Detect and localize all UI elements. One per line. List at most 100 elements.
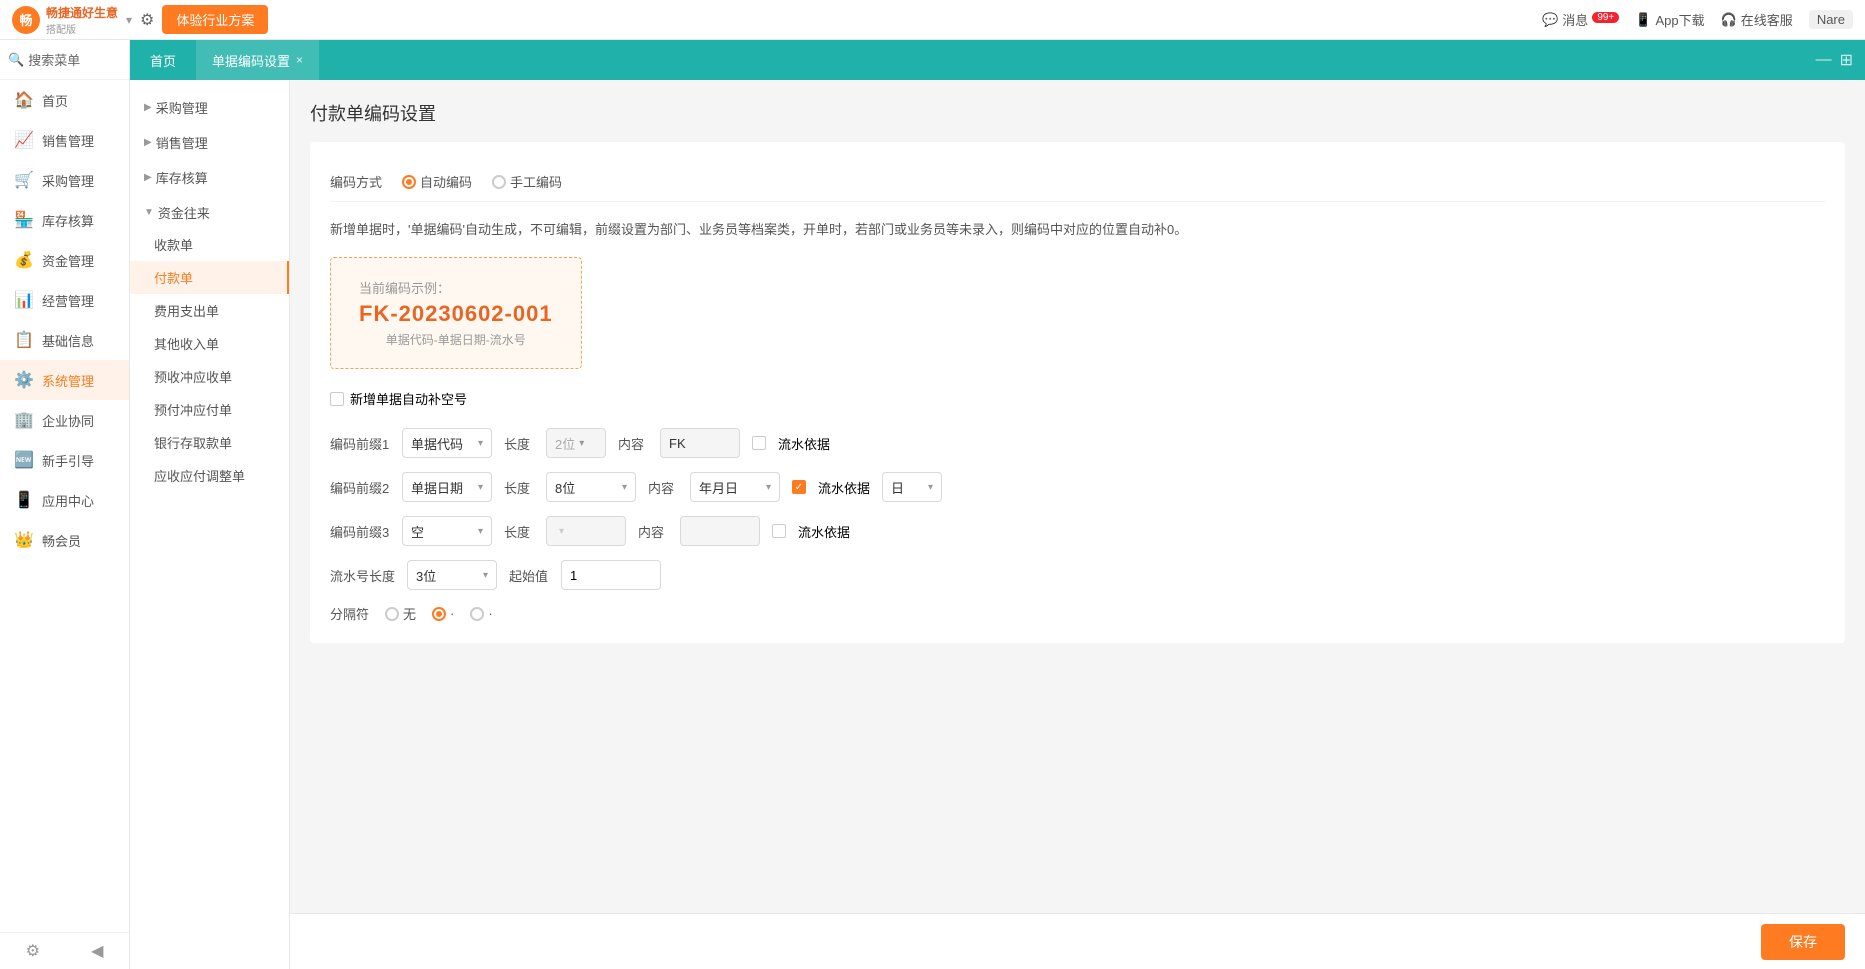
brand-chevron-icon[interactable]: ▾ bbox=[126, 13, 132, 27]
serial-length-arrow: ▾ bbox=[483, 570, 488, 581]
prefix3-select[interactable]: 空 ▾ bbox=[402, 516, 492, 546]
prefix2-select[interactable]: 单据日期 ▾ bbox=[402, 472, 492, 502]
try-btn[interactable]: 体验行业方案 bbox=[162, 5, 268, 34]
auto-fill-row[interactable]: 新增单据自动补空号 bbox=[330, 389, 1825, 408]
settings-bottom-icon[interactable]: ⚙ bbox=[26, 941, 40, 961]
member-icon: 👑 bbox=[14, 530, 34, 550]
submenu-item-other-income[interactable]: 其他收入单 bbox=[130, 327, 289, 360]
auto-encode-radio[interactable] bbox=[402, 175, 416, 189]
sep-options: 无 · · bbox=[385, 604, 493, 623]
sidebar-item-basic[interactable]: 📋 基础信息 bbox=[0, 320, 129, 360]
serial-checkbox-3[interactable] bbox=[772, 524, 786, 538]
serial-label-3: 流水依据 bbox=[798, 522, 850, 541]
submenu-item-receipt[interactable]: 收款单 bbox=[130, 228, 289, 261]
sep-dot2[interactable]: · bbox=[470, 606, 492, 621]
serial-length-select[interactable]: 3位 ▾ bbox=[407, 560, 497, 590]
submenu-group-finance-title[interactable]: ▼ 资金往来 bbox=[130, 197, 289, 228]
submenu-group-inventory-title[interactable]: ▶ 库存核算 bbox=[130, 162, 289, 193]
length2-select[interactable]: 8位 ▾ bbox=[546, 472, 636, 502]
submenu-group-purchase: ▶ 采购管理 bbox=[130, 92, 289, 123]
brand-main-name: 畅捷通好生意 bbox=[46, 4, 118, 21]
sep-none-radio[interactable] bbox=[385, 607, 399, 621]
prefix1-select-arrow: ▾ bbox=[478, 438, 483, 449]
tab-expand-icon[interactable]: ⊞ bbox=[1840, 50, 1853, 70]
sidebar-item-member[interactable]: 👑 畅会员 bbox=[0, 520, 129, 560]
manual-encode-option[interactable]: 手工编码 bbox=[492, 172, 562, 191]
preview-label: 当前编码示例： bbox=[359, 278, 553, 297]
start-value-input[interactable]: 1 bbox=[561, 560, 661, 590]
sidebar-item-finance[interactable]: 💰 资金管理 bbox=[0, 240, 129, 280]
serial-label-2: 流水依据 bbox=[818, 478, 870, 497]
submenu-item-prepay-pay[interactable]: 预付冲应付单 bbox=[130, 393, 289, 426]
guide-icon: 🆕 bbox=[14, 450, 34, 470]
service-icon: 🎧 bbox=[1721, 12, 1737, 28]
sidebar-search[interactable]: 🔍 搜索菜单 bbox=[0, 40, 129, 80]
content3-label: 内容 bbox=[638, 522, 668, 541]
submenu-item-bank[interactable]: 银行存取款单 bbox=[130, 426, 289, 459]
submenu-group-sales-title[interactable]: ▶ 销售管理 bbox=[130, 127, 289, 158]
app-icon: 📱 bbox=[1635, 12, 1651, 28]
sep-dot[interactable]: · bbox=[432, 606, 454, 621]
submenu-item-adjustment[interactable]: 应收应付调整单 bbox=[130, 459, 289, 492]
submenu-item-expense[interactable]: 费用支出单 bbox=[130, 294, 289, 327]
preview-box: 当前编码示例： FK-20230602-001 单据代码-单据日期-流水号 bbox=[330, 257, 582, 369]
serial-checkbox-2[interactable]: ✓ bbox=[792, 480, 806, 494]
system-icon: ⚙️ bbox=[14, 370, 34, 390]
sep-dot-radio[interactable] bbox=[432, 607, 446, 621]
tab-bar-right: — ⊞ bbox=[1816, 50, 1865, 70]
prefix3-label: 编码前缀3 bbox=[330, 522, 390, 541]
prefix3-select-arrow: ▾ bbox=[478, 526, 483, 537]
sep-none[interactable]: 无 bbox=[385, 604, 416, 623]
sidebar-item-operation[interactable]: 📊 经营管理 bbox=[0, 280, 129, 320]
submenu-item-payment[interactable]: 付款单 bbox=[130, 261, 289, 294]
manual-encode-radio[interactable] bbox=[492, 175, 506, 189]
start-value-label: 起始值 bbox=[509, 566, 549, 585]
prefix1-label: 编码前缀1 bbox=[330, 434, 390, 453]
service-item[interactable]: 🎧 在线客服 bbox=[1721, 10, 1793, 29]
submenu-group-inventory: ▶ 库存核算 bbox=[130, 162, 289, 193]
collapse-icon[interactable]: ◀ bbox=[91, 941, 103, 961]
sidebar-nav: 🏠 首页 📈 销售管理 🛒 采购管理 🏪 库存核算 💰 资金管理 📊 经 bbox=[0, 80, 129, 932]
app-download-item[interactable]: 📱 App下载 bbox=[1635, 10, 1704, 29]
extra-arrow-2: ▾ bbox=[928, 482, 933, 493]
extra-select-2[interactable]: 日 ▾ bbox=[882, 472, 942, 502]
tab-minimize-icon[interactable]: — bbox=[1816, 51, 1832, 69]
sidebar-item-inventory[interactable]: 🏪 库存核算 bbox=[0, 200, 129, 240]
save-button[interactable]: 保存 bbox=[1761, 924, 1845, 960]
tab-current[interactable]: 单据编码设置 × bbox=[196, 40, 319, 80]
tab-close-btn[interactable]: × bbox=[296, 53, 303, 67]
submenu-item-prepay-recv[interactable]: 预收冲应收单 bbox=[130, 360, 289, 393]
sidebar-item-guide[interactable]: 🆕 新手引导 bbox=[0, 440, 129, 480]
page-content: 付款单编码设置 编码方式 自动编码 手工编码 bbox=[290, 80, 1865, 913]
content2-label: 内容 bbox=[648, 478, 678, 497]
sidebar-item-home[interactable]: 🏠 首页 bbox=[0, 80, 129, 120]
tab-home[interactable]: 首页 bbox=[130, 40, 196, 80]
sidebar-item-appstore[interactable]: 📱 应用中心 bbox=[0, 480, 129, 520]
prefix1-select[interactable]: 单据代码 ▾ bbox=[402, 428, 492, 458]
brand-text-group: 畅捷通好生意 搭配版 bbox=[46, 4, 118, 36]
sidebar-item-purchase[interactable]: 🛒 采购管理 bbox=[0, 160, 129, 200]
encode-mode-label: 编码方式 bbox=[330, 172, 382, 191]
submenu-group-purchase-title[interactable]: ▶ 采购管理 bbox=[130, 92, 289, 123]
user-avatar[interactable]: Nare bbox=[1809, 10, 1853, 29]
msg-item[interactable]: 💬 消息 99+ bbox=[1542, 10, 1619, 29]
auto-fill-checkbox[interactable] bbox=[330, 392, 344, 406]
home-icon: 🏠 bbox=[14, 90, 34, 110]
submenu-group-sales: ▶ 销售管理 bbox=[130, 127, 289, 158]
length2-arrow: ▾ bbox=[622, 482, 627, 493]
brand-logo: 畅 bbox=[12, 6, 40, 34]
gear-icon[interactable]: ⚙ bbox=[140, 10, 154, 30]
sidebar-item-sales[interactable]: 📈 销售管理 bbox=[0, 120, 129, 160]
serial-checkbox-1[interactable] bbox=[752, 436, 766, 450]
separator-label: 分隔符 bbox=[330, 604, 369, 623]
top-header: 畅 畅捷通好生意 搭配版 ▾ ⚙ 体验行业方案 💬 消息 99+ 📱 App下载… bbox=[0, 0, 1865, 40]
content3-input bbox=[680, 516, 760, 546]
header-right: 💬 消息 99+ 📱 App下载 🎧 在线客服 Nare bbox=[1542, 10, 1853, 29]
sidebar-item-system[interactable]: ⚙️ 系统管理 bbox=[0, 360, 129, 400]
content2-select[interactable]: 年月日 ▾ bbox=[690, 472, 780, 502]
finance-icon: 💰 bbox=[14, 250, 34, 270]
sidebar-item-enterprise[interactable]: 🏢 企业协同 bbox=[0, 400, 129, 440]
serial-number-row: 流水号长度 3位 ▾ 起始值 1 bbox=[330, 560, 1825, 590]
sep-dot2-radio[interactable] bbox=[470, 607, 484, 621]
auto-encode-option[interactable]: 自动编码 bbox=[402, 172, 472, 191]
